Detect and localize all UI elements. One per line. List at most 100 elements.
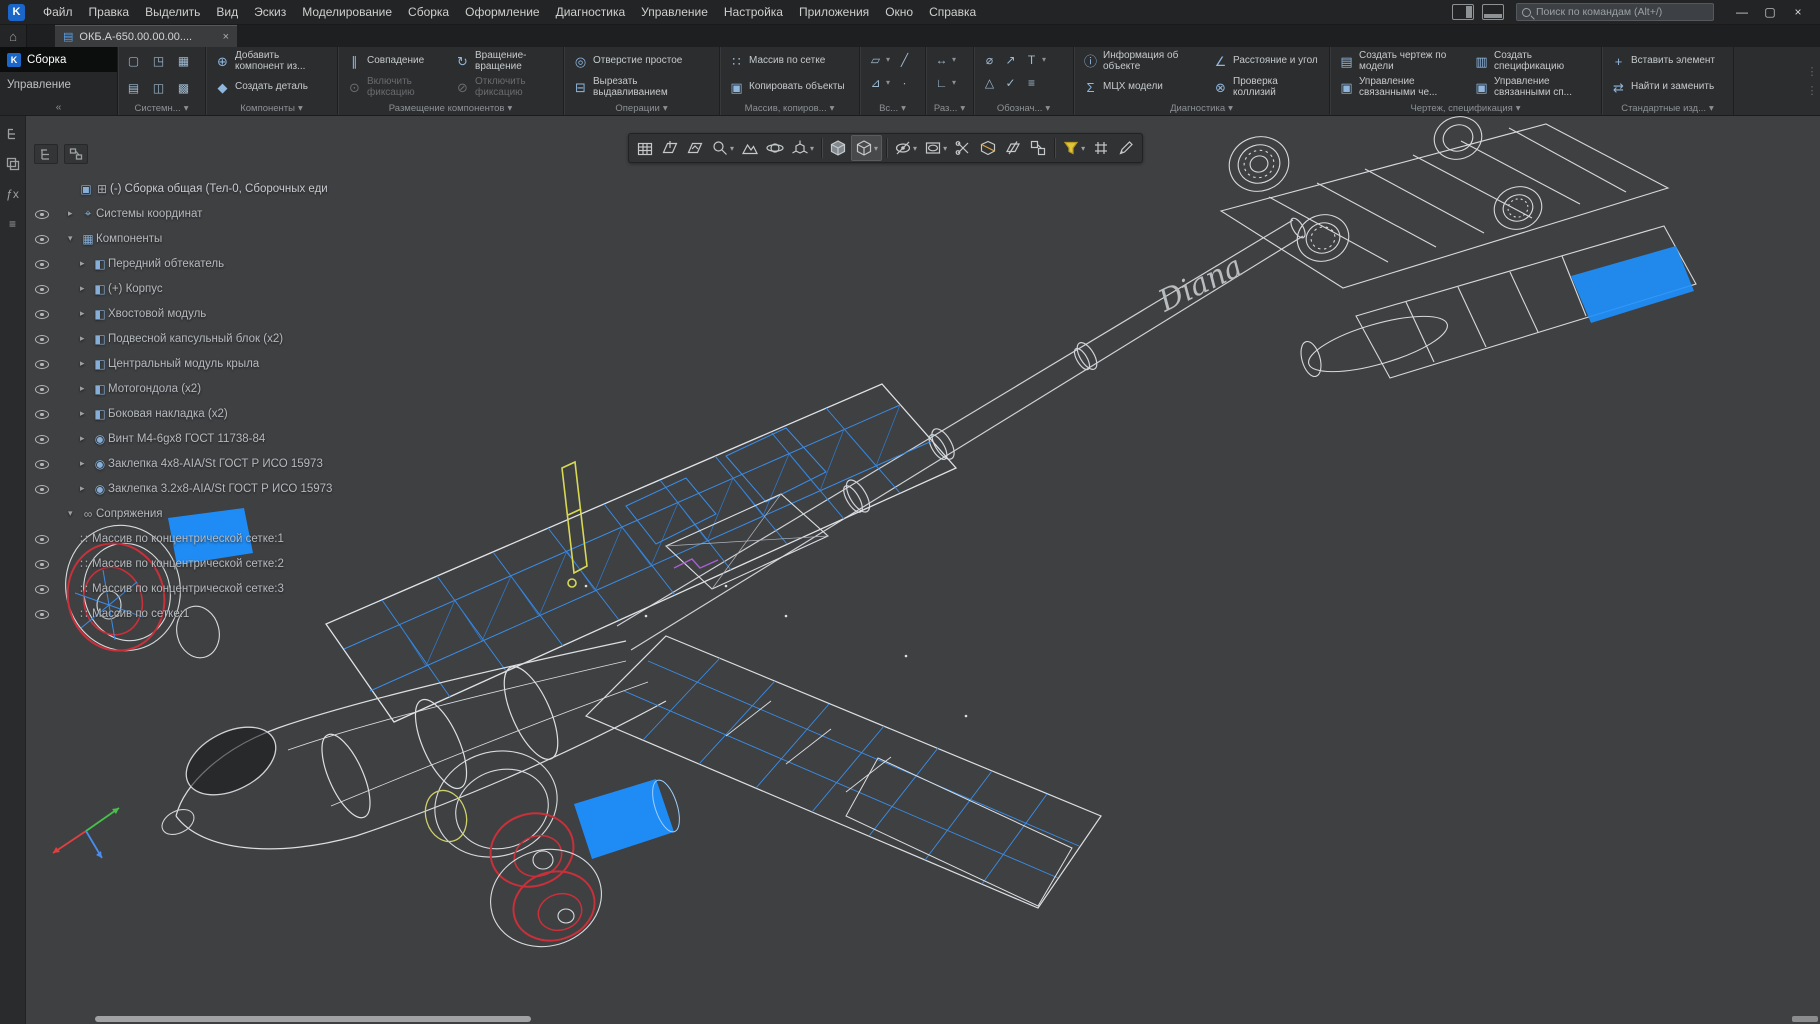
menu-file[interactable]: Файл — [35, 2, 81, 22]
tree-item-side-plate[interactable]: ▸ ◧ Боковая накладка (х2) — [28, 401, 458, 426]
document-tab[interactable]: ▤ ОКБ.А-650.00.00.00.... × — [55, 25, 237, 47]
wireframe-display-icon[interactable]: ▾ — [851, 135, 882, 161]
aux-point-icon[interactable]: ⊿ — [865, 72, 886, 93]
fix-on-button[interactable]: ⊙ Включить фиксацию — [343, 75, 448, 100]
expander-icon[interactable]: ▸ — [80, 283, 92, 294]
tree-item-rivet-3-2x8[interactable]: ▸ ◉ Заклепка 3.2х8-AIA/St ГОСТ Р ИСО 159… — [28, 476, 458, 501]
collapse-ribbon-icon[interactable]: « — [0, 97, 117, 115]
cut-extrude-button[interactable]: ⊟ Вырезать выдавливанием — [569, 75, 714, 100]
screen-layout-icon[interactable] — [1482, 4, 1504, 20]
section-box-icon[interactable] — [976, 135, 1000, 161]
distance-angle-button[interactable]: ∠ Расстояние и угол — [1209, 49, 1324, 74]
visibility-eye-icon[interactable] — [34, 456, 50, 471]
print-icon[interactable]: ▤ — [123, 78, 144, 99]
create-spec-button[interactable]: ▥ Создать спецификацию — [1470, 49, 1602, 74]
object-info-button[interactable]: ⓘ Информация об объекте — [1079, 49, 1206, 74]
tree-item-mates[interactable]: ▾ ∞ Сопряжения — [28, 501, 458, 526]
group-label-placement[interactable]: Размещение компонентов▾ — [338, 102, 563, 115]
model-viewport[interactable]: Diana ▾ ▾ ▾ ▾ ▾ ▾ — [26, 116, 1820, 1024]
save-all-icon[interactable]: ▩ — [173, 78, 194, 99]
group-label-array[interactable]: Массив, копиров...▾ — [720, 102, 859, 115]
close-button[interactable]: × — [1784, 0, 1812, 25]
diameter-designation-icon[interactable]: ⌀ — [979, 49, 1000, 70]
ghost-display-icon[interactable]: ▾ — [921, 135, 950, 161]
mode-tab-management[interactable]: Управление — [0, 72, 117, 97]
visibility-eye-icon[interactable] — [34, 556, 50, 571]
minimize-button[interactable]: — — [1728, 0, 1756, 25]
visibility-eye-icon[interactable] — [34, 406, 50, 421]
grid-display-icon[interactable] — [1089, 135, 1113, 161]
copy-objects-button[interactable]: ▣ Копировать объекты — [725, 75, 852, 100]
tree-item-tail-module[interactable]: ▸ ◧ Хвостовой модуль — [28, 301, 458, 326]
orbit-icon[interactable] — [763, 135, 787, 161]
visibility-eye-icon[interactable] — [34, 531, 50, 546]
linear-dimension-icon[interactable]: ↔ — [931, 49, 952, 70]
text-designation-icon[interactable]: Т — [1021, 49, 1042, 70]
expander-icon[interactable]: ▾ — [68, 508, 80, 519]
clip-section-icon[interactable] — [951, 135, 975, 161]
group-label-drawing[interactable]: Чертеж, спецификация▾ — [1330, 102, 1601, 115]
sketch-plane-icon[interactable] — [683, 135, 707, 161]
search-input[interactable] — [1536, 6, 1708, 18]
hidden-lines-icon[interactable]: ▾ — [891, 135, 920, 161]
tree-item-body[interactable]: ▸ ◧ (+) Корпус — [28, 276, 458, 301]
grid-array-button[interactable]: ∷ Массив по сетке — [725, 49, 852, 74]
visibility-eye-icon[interactable] — [34, 256, 50, 271]
tree-item-screw[interactable]: ▸ ◉ Винт М4-6gх8 ГОСТ 11738-84 — [28, 426, 458, 451]
expander-icon[interactable]: ▸ — [80, 358, 92, 369]
command-search[interactable] — [1516, 3, 1714, 21]
visibility-eye-icon[interactable] — [34, 306, 50, 321]
menu-modeling[interactable]: Моделирование — [294, 2, 400, 22]
find-replace-button[interactable]: ⇄ Найти и заменить — [1607, 75, 1718, 100]
menu-edit[interactable]: Правка — [81, 2, 138, 22]
check-designation-icon[interactable]: ✓ — [1000, 72, 1021, 93]
zoom-icon[interactable]: ▾ — [708, 135, 737, 161]
tree-item-front-fairing[interactable]: ▸ ◧ Передний обтекатель — [28, 251, 458, 276]
annotation-pen-icon[interactable] — [1114, 135, 1138, 161]
open-document-icon[interactable]: ◳ — [148, 51, 169, 72]
menu-view[interactable]: Вид — [208, 2, 246, 22]
tree-item-nacelle[interactable]: ▸ ◧ Мотогондола (х2) — [28, 376, 458, 401]
tree-item-concentric-array-1[interactable]: ∷ Массив по концентрической сетке:1 — [28, 526, 458, 551]
main-menu-icon[interactable]: ≡ — [3, 214, 23, 234]
menu-manage[interactable]: Управление — [633, 2, 716, 22]
insert-element-button[interactable]: + Вставить элемент — [1607, 49, 1718, 74]
menu-diagnostics[interactable]: Диагностика — [548, 2, 634, 22]
linked-specs-button[interactable]: ▣ Управление связанными сп... — [1470, 75, 1602, 100]
roughness-designation-icon[interactable]: ≡ — [1021, 72, 1042, 93]
group-label-components[interactable]: Компоненты▾ — [206, 102, 337, 115]
preview-icon[interactable]: ◫ — [148, 78, 169, 99]
fix-off-button[interactable]: ⊘ Отключить фиксацию — [451, 75, 564, 100]
menu-help[interactable]: Справка — [921, 2, 984, 22]
tree-item-components[interactable]: ▾ ▦ Компоненты — [28, 226, 458, 251]
menu-select[interactable]: Выделить — [137, 2, 208, 22]
expander-icon[interactable]: ▸ — [80, 383, 92, 394]
aux-plane-icon[interactable]: ▱ — [865, 49, 886, 70]
tree-item-capsule-block[interactable]: ▸ ◧ Подвесной капсульный блок (х2) — [28, 326, 458, 351]
mode-tab-assembly[interactable]: K Сборка — [0, 47, 117, 72]
selected-sketch[interactable] — [562, 462, 587, 587]
show-all-icon[interactable] — [738, 135, 762, 161]
leader-designation-icon[interactable]: ↗ — [1000, 49, 1021, 70]
visibility-eye-icon[interactable] — [34, 606, 50, 621]
aux-spiral-icon[interactable]: ∙ — [894, 72, 915, 93]
tree-structure-button[interactable] — [34, 144, 58, 164]
visibility-eye-icon[interactable] — [34, 206, 50, 221]
group-label-standard[interactable]: Стандартные изд...▾ — [1602, 102, 1733, 115]
expander-icon[interactable]: ▸ — [68, 208, 80, 219]
bookmarks-panel-icon[interactable] — [3, 154, 23, 174]
structure-panel-icon[interactable] — [3, 124, 23, 144]
save-document-icon[interactable]: ▦ — [173, 51, 194, 72]
menu-layout[interactable]: Оформление — [457, 2, 547, 22]
visibility-eye-icon[interactable] — [34, 281, 50, 296]
expander-icon[interactable]: ▸ — [80, 483, 92, 494]
expander-icon[interactable]: ▸ — [80, 458, 92, 469]
visibility-eye-icon[interactable] — [34, 331, 50, 346]
shaded-display-icon[interactable] — [826, 135, 850, 161]
menu-window[interactable]: Окно — [877, 2, 921, 22]
mate-rotation-button[interactable]: ↻ Вращение-вращение — [451, 49, 564, 74]
tree-item-concentric-array-2[interactable]: ∷ Массив по концентрической сетке:2 — [28, 551, 458, 576]
visibility-eye-icon[interactable] — [34, 481, 50, 496]
maximize-button[interactable]: ▢ — [1756, 0, 1784, 25]
zones-icon[interactable] — [1026, 135, 1050, 161]
